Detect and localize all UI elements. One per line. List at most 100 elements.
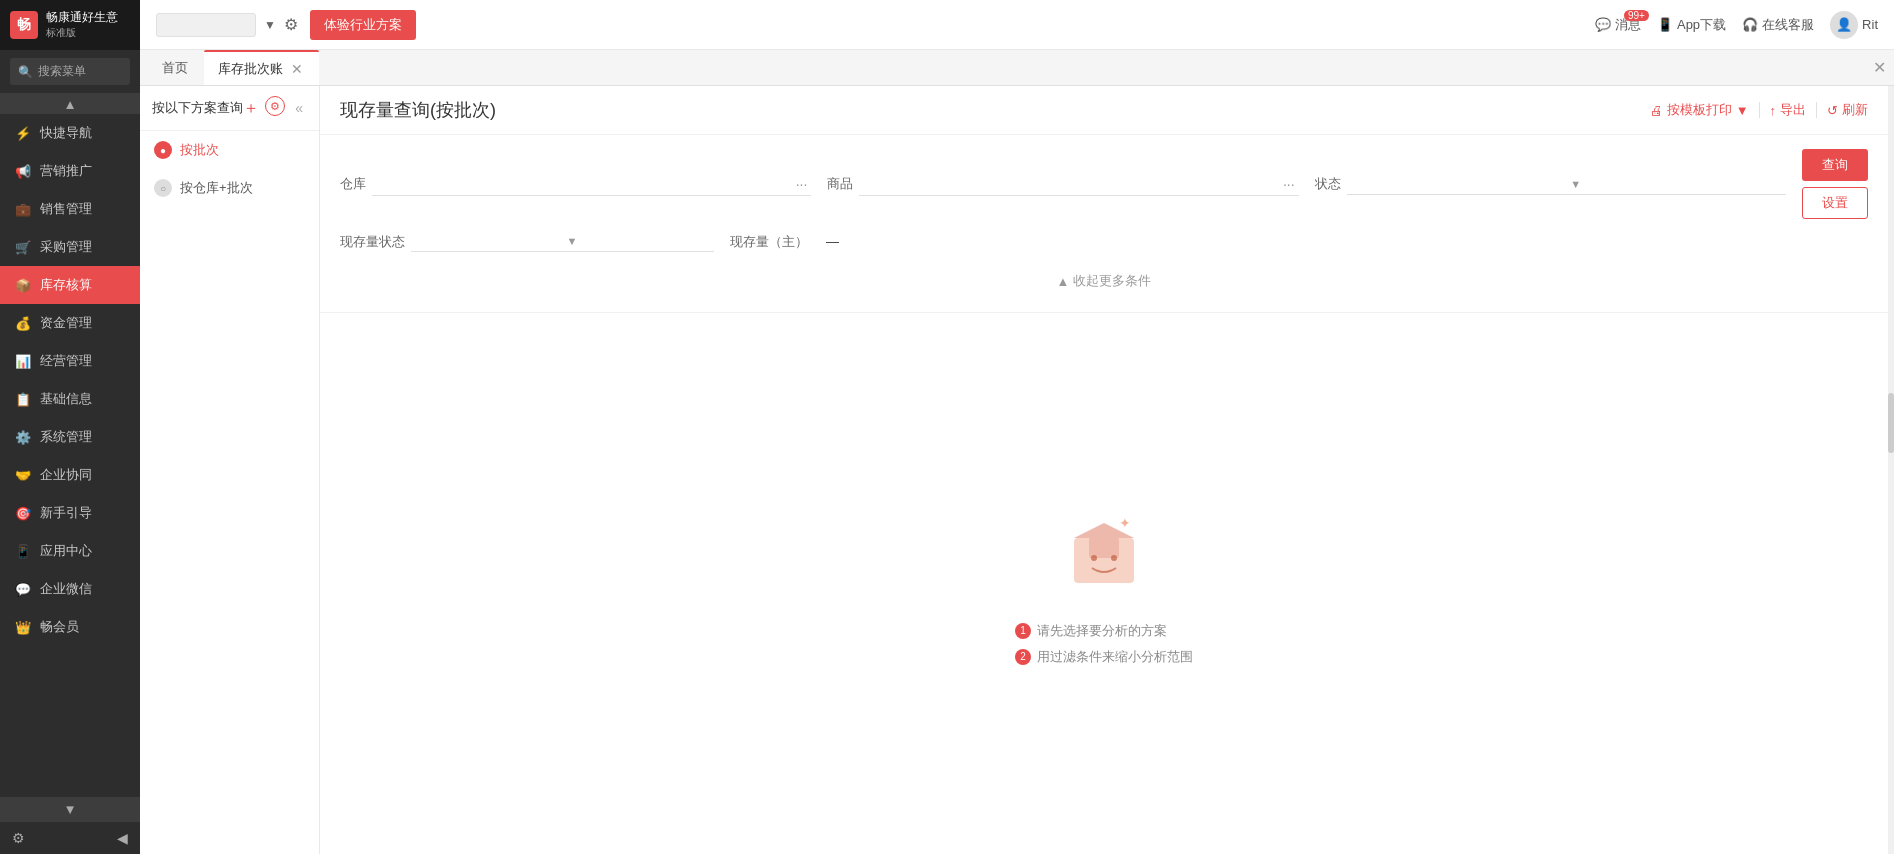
left-scheme-panel: 按以下方案查询 ＋ ⚙ « ● 按批次 ○ 按仓库+批次 — [140, 86, 320, 854]
stock-status-value — [411, 237, 563, 245]
scheme-section-label: 按以下方案查询 — [152, 99, 243, 117]
scheme-item-batch[interactable]: ● 按批次 — [140, 131, 319, 169]
settings-button[interactable]: 设置 — [1802, 187, 1868, 219]
status-filter: 状态 ▼ — [1315, 174, 1786, 195]
user-name: Rit — [1862, 17, 1878, 32]
online-service-icon: 🎧 — [1742, 17, 1758, 32]
status-select-wrapper[interactable]: ▼ — [1347, 174, 1786, 195]
sidebar-label-marketing: 营销推广 — [40, 162, 92, 180]
sidebar-item-purchase[interactable]: 🛒 采购管理 — [0, 228, 140, 266]
tab-inventory-batch[interactable]: 库存批次账 ✕ — [204, 50, 319, 85]
sidebar-label-newbie: 新手引导 — [40, 504, 92, 522]
scrollbar-thumb[interactable] — [1888, 393, 1894, 453]
warehouse-more-button[interactable]: ··· — [792, 176, 812, 192]
stock-status-label: 现存量状态 — [340, 233, 405, 251]
stock-status-select-wrapper[interactable]: ▼ — [411, 231, 714, 252]
experience-industry-button[interactable]: 体验行业方案 — [310, 10, 416, 40]
sidebar-item-system[interactable]: ⚙️ 系统管理 — [0, 418, 140, 456]
add-scheme-button[interactable]: ＋ — [243, 96, 259, 120]
sidebar-item-finance[interactable]: 💰 资金管理 — [0, 304, 140, 342]
online-service-button[interactable]: 🎧 在线客服 — [1742, 16, 1814, 34]
message-icon: 💬 — [1595, 17, 1611, 32]
tip-num-2: 2 — [1015, 649, 1031, 665]
scheme-item-warehouse-batch[interactable]: ○ 按仓库+批次 — [140, 169, 319, 207]
sidebar-settings-button[interactable]: ⚙ — [12, 830, 25, 846]
topbar-settings-button[interactable]: ⚙ — [284, 15, 298, 34]
user-profile-button[interactable]: 👤 Rit — [1830, 11, 1878, 39]
app-download-label: App下载 — [1677, 16, 1726, 34]
export-button[interactable]: ↑ 导出 — [1770, 101, 1807, 119]
topbar-search-input[interactable] — [156, 13, 256, 37]
sidebar-item-wechat[interactable]: 💬 企业微信 — [0, 570, 140, 608]
scheme-settings-button[interactable]: ⚙ — [265, 96, 285, 116]
product-more-button[interactable]: ··· — [1279, 176, 1299, 192]
page-title-actions: 🖨 按模板打印 ▼ ↑ 导出 ↺ 刷新 — [1650, 101, 1868, 119]
newbie-icon: 🎯 — [14, 504, 32, 522]
sidebar-item-appcenter[interactable]: 📱 应用中心 — [0, 532, 140, 570]
sidebar-scroll-up[interactable]: ▲ — [0, 94, 140, 114]
sidebar-item-operations[interactable]: 📊 经营管理 — [0, 342, 140, 380]
sidebar-label-purchase: 采购管理 — [40, 238, 92, 256]
scheme-label-batch: 按批次 — [180, 141, 219, 159]
app-title: 畅康通好生意 — [46, 10, 118, 26]
sidebar-label-wechat: 企业微信 — [40, 580, 92, 598]
panel-collapse-button[interactable]: « — [291, 96, 307, 120]
message-badge: 99+ — [1624, 10, 1649, 21]
sidebar-item-inventory[interactable]: 📦 库存核算 — [0, 266, 140, 304]
tab-home-label: 首页 — [162, 59, 188, 77]
operations-icon: 📊 — [14, 352, 32, 370]
scheme-dot-batch: ● — [154, 141, 172, 159]
warehouse-input-wrapper[interactable]: ··· — [372, 172, 811, 196]
search-menu-button[interactable]: 🔍 搜索菜单 — [10, 58, 130, 85]
divider-2 — [1816, 102, 1817, 118]
tab-close-button[interactable]: ✕ — [289, 62, 305, 76]
sidebar-search-area[interactable]: 🔍 搜索菜单 — [0, 50, 140, 94]
product-input-wrapper[interactable]: ··· — [859, 172, 1298, 196]
empty-tip-2: 2 用过滤条件来缩小分析范围 — [1015, 644, 1193, 670]
sidebar-scroll-down[interactable]: ▼ — [0, 797, 140, 821]
app-logo: 畅 — [10, 11, 38, 39]
product-label: 商品 — [827, 175, 853, 193]
sidebar-label-system: 系统管理 — [40, 428, 92, 446]
messages-button[interactable]: 💬 消息 99+ — [1595, 16, 1641, 34]
refresh-icon: ↺ — [1827, 103, 1838, 118]
sidebar-label-enterprise: 企业协同 — [40, 466, 92, 484]
empty-tip-1: 1 请先选择要分析的方案 — [1015, 618, 1193, 644]
sidebar-item-basic[interactable]: 📋 基础信息 — [0, 380, 140, 418]
sidebar-label-finance: 资金管理 — [40, 314, 92, 332]
collapse-more-button[interactable]: ▲ 收起更多条件 — [340, 264, 1868, 298]
svg-point-4 — [1111, 555, 1117, 561]
warehouse-input[interactable] — [372, 172, 792, 195]
sidebar-item-enterprise[interactable]: 🤝 企业协同 — [0, 456, 140, 494]
tip-num-1: 1 — [1015, 623, 1031, 639]
product-input[interactable] — [859, 172, 1279, 195]
tabbar: 首页 库存批次账 ✕ ✕ — [140, 50, 1894, 86]
sidebar-item-shortcut[interactable]: ⚡ 快捷导航 — [0, 114, 140, 152]
search-button[interactable]: 查询 — [1802, 149, 1868, 181]
warehouse-filter: 仓库 ··· — [340, 172, 811, 196]
app-download-button[interactable]: 📱 App下载 — [1657, 16, 1726, 34]
print-button[interactable]: 🖨 按模板打印 ▼ — [1650, 101, 1749, 119]
print-label: 按模板打印 — [1667, 101, 1732, 119]
tab-home[interactable]: 首页 — [148, 50, 202, 85]
stock-amount-value: — — [814, 234, 851, 249]
app-download-icon: 📱 — [1657, 17, 1673, 32]
status-label: 状态 — [1315, 175, 1341, 193]
sidebar-collapse-button[interactable]: ◀ — [117, 830, 128, 846]
sidebar-footer: ⚙ ◀ — [0, 821, 140, 854]
sidebar-item-sales[interactable]: 💼 销售管理 — [0, 190, 140, 228]
sidebar-item-marketing[interactable]: 📢 营销推广 — [0, 152, 140, 190]
topbar-dropdown-button[interactable]: ▼ — [264, 18, 276, 32]
sidebar-header: 畅 畅康通好生意 标准版 — [0, 0, 140, 50]
sidebar-item-newbie[interactable]: 🎯 新手引导 — [0, 494, 140, 532]
marketing-icon: 📢 — [14, 162, 32, 180]
refresh-button[interactable]: ↺ 刷新 — [1827, 101, 1868, 119]
svg-rect-2 — [1089, 538, 1119, 558]
basic-icon: 📋 — [14, 390, 32, 408]
sidebar-item-member[interactable]: 👑 畅会员 — [0, 608, 140, 646]
empty-state: ✦ 1 请先选择要分析的方案 2 用过滤条件来缩小分析范围 — [320, 313, 1888, 854]
tab-bar-close-button[interactable]: ✕ — [1873, 58, 1886, 77]
scheme-label-warehouse-batch: 按仓库+批次 — [180, 179, 253, 197]
status-chevron-icon: ▼ — [1566, 174, 1786, 194]
stock-status-chevron-icon: ▼ — [563, 231, 715, 251]
